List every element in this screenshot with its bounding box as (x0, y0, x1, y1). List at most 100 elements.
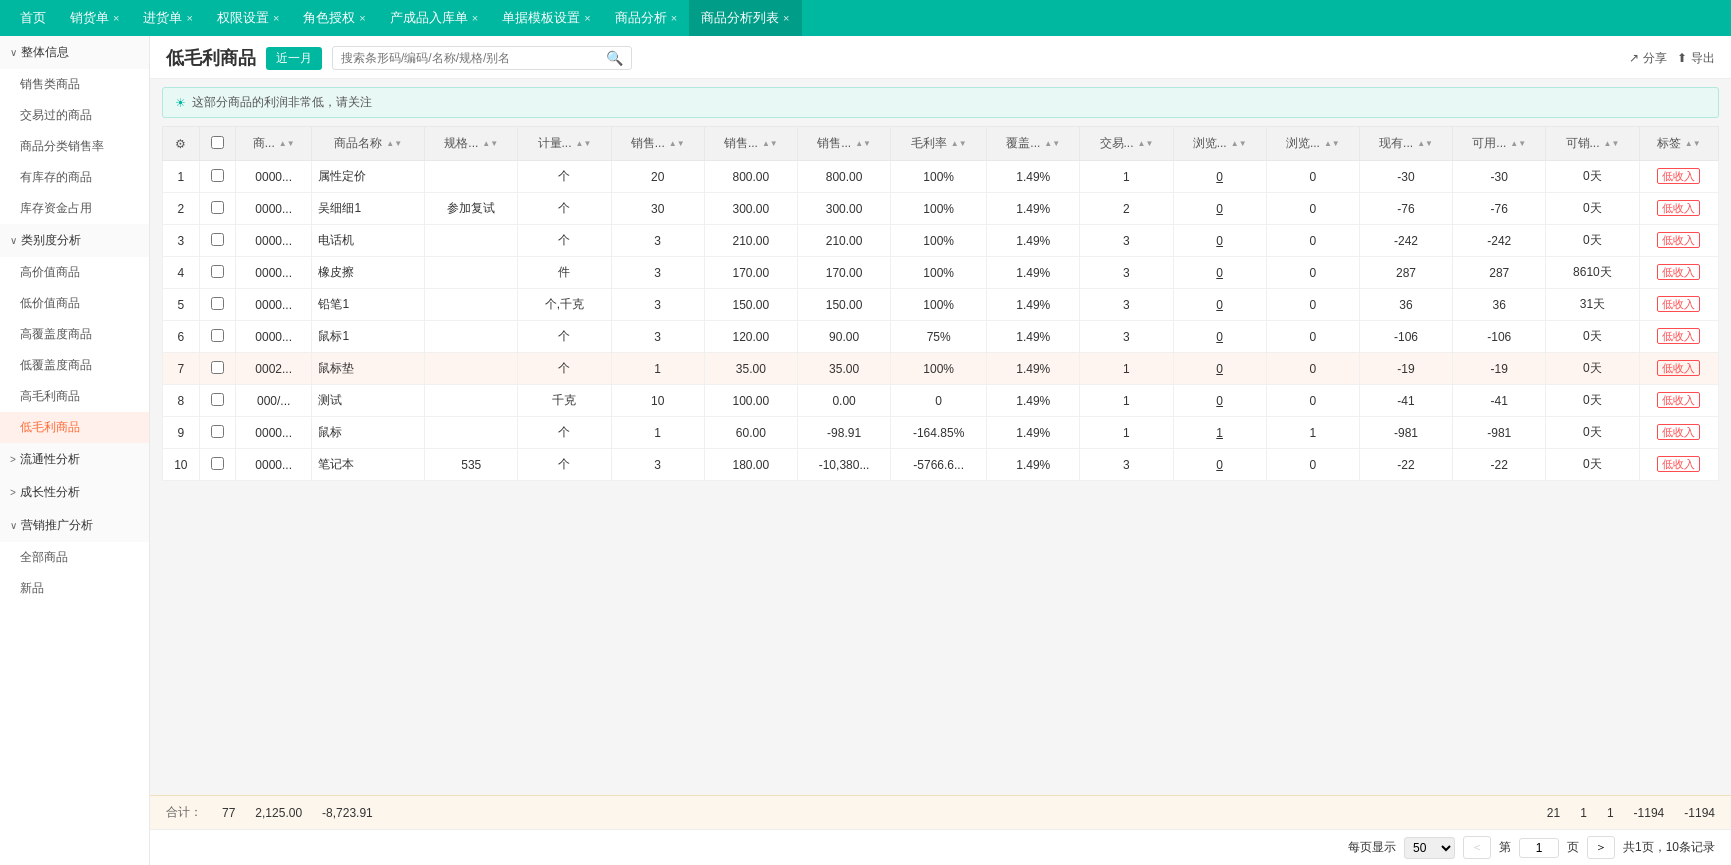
row-views1[interactable]: 0 (1173, 225, 1266, 257)
nav-close-icon[interactable]: × (472, 12, 478, 24)
row-select-checkbox[interactable] (211, 265, 224, 278)
col-code[interactable]: 商...▲▼ (235, 127, 311, 161)
col-tag[interactable]: 标签▲▼ (1639, 127, 1718, 161)
row-select-checkbox[interactable] (211, 425, 224, 438)
nav-item-商品分析列表[interactable]: 商品分析列表× (689, 0, 801, 36)
col-checkbox[interactable] (199, 127, 235, 161)
row-checkbox[interactable] (199, 321, 235, 353)
row-views1[interactable]: 0 (1173, 385, 1266, 417)
row-views1[interactable]: 0 (1173, 289, 1266, 321)
col-sales-price[interactable]: 销售...▲▼ (704, 127, 797, 161)
nav-close-icon[interactable]: × (584, 12, 590, 24)
col-current-stock[interactable]: 现有...▲▼ (1359, 127, 1452, 161)
col-transactions[interactable]: 交易...▲▼ (1080, 127, 1173, 161)
col-views2[interactable]: 浏览...▲▼ (1266, 127, 1359, 161)
nav-close-icon[interactable]: × (783, 12, 789, 24)
sidebar-group-流通性分析[interactable]: >流通性分析 (0, 443, 149, 476)
sidebar-item-商品分类销售率[interactable]: 商品分类销售率 (0, 131, 149, 162)
row-checkbox[interactable] (199, 225, 235, 257)
row-views1[interactable]: 0 (1173, 161, 1266, 193)
col-name[interactable]: 商品名称▲▼ (312, 127, 425, 161)
row-select-checkbox[interactable] (211, 297, 224, 310)
share-button[interactable]: ↗ 分享 (1629, 50, 1667, 67)
row-checkbox[interactable] (199, 161, 235, 193)
row-select-checkbox[interactable] (211, 361, 224, 374)
col-gross-rate[interactable]: 毛利率▲▼ (891, 127, 987, 161)
row-current-stock: -19 (1359, 353, 1452, 385)
prev-page-button[interactable]: ＜ (1463, 836, 1491, 859)
sidebar-item-高毛利商品[interactable]: 高毛利商品 (0, 381, 149, 412)
nav-close-icon[interactable]: × (186, 12, 192, 24)
sidebar-group-营销推广分析[interactable]: ∨营销推广分析 (0, 509, 149, 542)
col-views1[interactable]: 浏览...▲▼ (1173, 127, 1266, 161)
row-select-checkbox[interactable] (211, 393, 224, 406)
col-available[interactable]: 可用...▲▼ (1453, 127, 1546, 161)
row-current-stock: -106 (1359, 321, 1452, 353)
nav-item-权限设置[interactable]: 权限设置× (205, 0, 291, 36)
nav-item-首页[interactable]: 首页 (8, 0, 58, 36)
sidebar-item-销售类商品[interactable]: 销售类商品 (0, 69, 149, 100)
nav-item-单据模板设置[interactable]: 单据模板设置× (490, 0, 602, 36)
nav-close-icon[interactable]: × (671, 12, 677, 24)
nav-close-icon[interactable]: × (273, 12, 279, 24)
row-select-checkbox[interactable] (211, 169, 224, 182)
sidebar-group-类别度分析[interactable]: ∨类别度分析 (0, 224, 149, 257)
row-checkbox[interactable] (199, 353, 235, 385)
sidebar-item-交易过的商品[interactable]: 交易过的商品 (0, 100, 149, 131)
sidebar-item-全部商品[interactable]: 全部商品 (0, 542, 149, 573)
nav-item-进货单[interactable]: 进货单× (131, 0, 204, 36)
col-sales-amount[interactable]: 销售...▲▼ (797, 127, 890, 161)
row-views1[interactable]: 0 (1173, 257, 1266, 289)
row-checkbox[interactable] (199, 289, 235, 321)
col-settings[interactable]: ⚙ (163, 127, 200, 161)
sidebar-group-整体信息[interactable]: ∨整体信息 (0, 36, 149, 69)
row-checkbox[interactable] (199, 417, 235, 449)
export-button[interactable]: ⬆ 导出 (1677, 50, 1715, 67)
sidebar-item-新品[interactable]: 新品 (0, 573, 149, 604)
row-views1[interactable]: 1 (1173, 417, 1266, 449)
row-checkbox[interactable] (199, 193, 235, 225)
sidebar-group-成长性分析[interactable]: >成长性分析 (0, 476, 149, 509)
sidebar-item-低毛利商品[interactable]: 低毛利商品 (0, 412, 149, 443)
col-spec[interactable]: 规格...▲▼ (425, 127, 518, 161)
filter-button[interactable]: 近一月 (266, 47, 322, 70)
col-saleable[interactable]: 可销...▲▼ (1546, 127, 1639, 161)
row-select-checkbox[interactable] (211, 201, 224, 214)
nav-item-商品分析[interactable]: 商品分析× (603, 0, 689, 36)
row-views1[interactable]: 0 (1173, 321, 1266, 353)
col-unit[interactable]: 计量...▲▼ (518, 127, 611, 161)
search-icon[interactable]: 🔍 (606, 50, 623, 66)
nav-item-角色授权[interactable]: 角色授权× (291, 0, 377, 36)
row-views1[interactable]: 0 (1173, 193, 1266, 225)
search-input[interactable] (341, 51, 606, 65)
row-spec (425, 257, 518, 289)
sidebar-item-低覆盖度商品[interactable]: 低覆盖度商品 (0, 350, 149, 381)
nav-item-销货单[interactable]: 销货单× (58, 0, 131, 36)
row-select-checkbox[interactable] (211, 329, 224, 342)
per-page-select[interactable]: 102050100 (1404, 837, 1455, 859)
row-checkbox[interactable] (199, 385, 235, 417)
sidebar-item-低价值商品[interactable]: 低价值商品 (0, 288, 149, 319)
row-views1[interactable]: 0 (1173, 449, 1266, 481)
sidebar-item-高价值商品[interactable]: 高价值商品 (0, 257, 149, 288)
col-sales-qty[interactable]: 销售...▲▼ (611, 127, 704, 161)
row-coverage: 1.49% (987, 353, 1080, 385)
nav-close-icon[interactable]: × (113, 12, 119, 24)
row-select-checkbox[interactable] (211, 233, 224, 246)
sidebar-item-高覆盖度商品[interactable]: 高覆盖度商品 (0, 319, 149, 350)
row-checkbox[interactable] (199, 449, 235, 481)
nav-close-icon[interactable]: × (359, 12, 365, 24)
sidebar-item-有库存的商品[interactable]: 有库存的商品 (0, 162, 149, 193)
select-all-checkbox[interactable] (211, 136, 224, 149)
row-sales-qty: 3 (611, 449, 704, 481)
table-container[interactable]: ⚙ 商...▲▼ 商品名称▲▼ 规格...▲▼ 计量...▲▼ 销售...▲▼ … (162, 126, 1719, 795)
row-checkbox[interactable] (199, 257, 235, 289)
col-coverage[interactable]: 覆盖...▲▼ (987, 127, 1080, 161)
sidebar-item-库存资金占用[interactable]: 库存资金占用 (0, 193, 149, 224)
row-sales-qty: 1 (611, 353, 704, 385)
row-select-checkbox[interactable] (211, 457, 224, 470)
nav-item-产成品入库单[interactable]: 产成品入库单× (378, 0, 490, 36)
page-input[interactable] (1519, 838, 1559, 858)
row-views1[interactable]: 0 (1173, 353, 1266, 385)
next-page-button[interactable]: ＞ (1587, 836, 1615, 859)
